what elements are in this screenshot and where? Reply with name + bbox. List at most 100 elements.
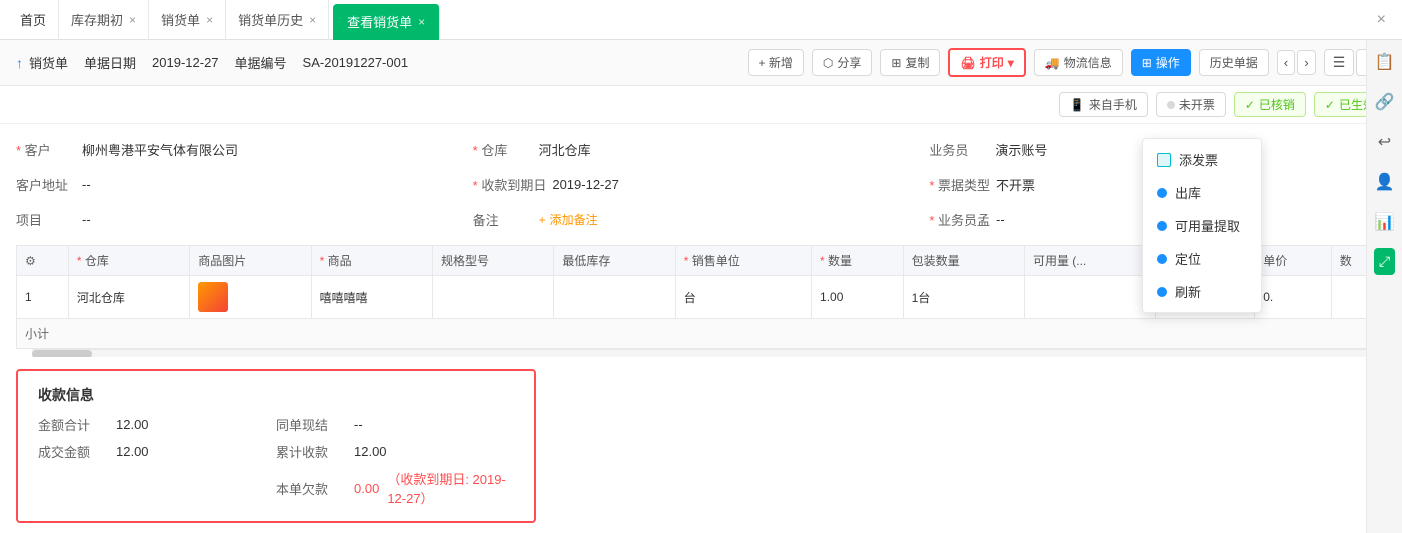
tab-home[interactable]: 首页 bbox=[8, 0, 59, 40]
right-sidebar: 📋 🔗 ↩ 👤 📊 ⤢ bbox=[1366, 40, 1402, 533]
arrears-label: 本单欠款 bbox=[276, 479, 346, 498]
total-label: 金额合计 bbox=[38, 415, 108, 434]
arrears-value: 0.00 bbox=[354, 481, 379, 496]
row-pkg-qty: 1台 bbox=[903, 276, 1024, 319]
available-extract-item[interactable]: 可用量提取 bbox=[1143, 209, 1261, 242]
row-min-stock bbox=[554, 276, 675, 319]
sidebar-expand-icon[interactable]: ⤢ bbox=[1374, 248, 1395, 275]
col-min-stock: 最低库存 bbox=[554, 246, 675, 276]
doc-title: ↑ 销货单 bbox=[16, 53, 68, 72]
scroll-bar[interactable] bbox=[32, 349, 1370, 357]
operation-button[interactable]: ⊞ 操作 bbox=[1131, 49, 1191, 76]
add-invoice-label: 添发票 bbox=[1179, 150, 1218, 169]
available-dot bbox=[1157, 221, 1167, 231]
check-icon: ✓ bbox=[1245, 98, 1255, 112]
gear-icon[interactable]: ⚙ bbox=[25, 254, 36, 268]
col-product: 商品 bbox=[311, 246, 432, 276]
staff-value: 演示账号 bbox=[995, 140, 1047, 159]
tab-view-sales[interactable]: 查看销货单 × bbox=[333, 4, 440, 40]
outbound-label: 出库 bbox=[1175, 183, 1201, 202]
logistics-icon: 🚚 bbox=[1045, 56, 1060, 70]
sidebar-icon-3[interactable]: ↩ bbox=[1374, 128, 1395, 156]
prev-button[interactable]: ‹ bbox=[1277, 50, 1295, 75]
row-no: 1 bbox=[17, 276, 69, 319]
copy-icon: ⊞ bbox=[891, 56, 901, 70]
verified-button[interactable]: ✓ 已核销 bbox=[1234, 92, 1306, 117]
list-view-button[interactable]: ☰ bbox=[1324, 49, 1355, 76]
cumulative-label: 累计收款 bbox=[276, 442, 346, 461]
payment-date-value: 2019-12-27 bbox=[552, 177, 619, 192]
address-value: -- bbox=[82, 177, 91, 192]
close-inventory-tab[interactable]: × bbox=[129, 13, 136, 27]
tab-sales-history[interactable]: 销货单历史 × bbox=[226, 0, 329, 40]
payment-grid: 金额合计 12.00 同单现结 -- 成交金额 12.00 累计收款 12.00… bbox=[38, 415, 514, 507]
warehouse-label: 仓库 bbox=[473, 140, 533, 159]
staff2-value: -- bbox=[996, 212, 1005, 227]
close-sales-tab[interactable]: × bbox=[206, 13, 213, 27]
scroll-thumb[interactable] bbox=[32, 350, 92, 357]
close-all-tabs[interactable]: × bbox=[1369, 11, 1394, 29]
row-qty: 1.00 bbox=[812, 276, 904, 319]
tab-bar: 首页 库存期初 × 销货单 × 销货单历史 × 查看销货单 × × bbox=[0, 0, 1402, 40]
share-button[interactable]: ⬡ 分享 bbox=[812, 49, 873, 76]
outbound-item[interactable]: 出库 bbox=[1143, 176, 1261, 209]
cumulative-row: 累计收款 12.00 bbox=[276, 442, 514, 461]
ticket-label: 票据类型 bbox=[929, 175, 990, 194]
payment-title: 收款信息 bbox=[38, 385, 514, 405]
customer-label: 客户 bbox=[16, 140, 76, 159]
locate-dot bbox=[1157, 254, 1167, 264]
col-pkg-qty: 包装数量 bbox=[903, 246, 1024, 276]
close-sales-history-tab[interactable]: × bbox=[309, 13, 316, 27]
logistics-button[interactable]: 🚚 物流信息 bbox=[1034, 49, 1123, 76]
close-view-sales-tab[interactable]: × bbox=[418, 15, 425, 29]
warehouse-row: 仓库 河北仓库 bbox=[473, 136, 930, 163]
outbound-dot bbox=[1157, 188, 1167, 198]
project-value: -- bbox=[82, 212, 91, 227]
payment-date-row: 收款到期日 2019-12-27 bbox=[473, 171, 930, 198]
row-available bbox=[1024, 276, 1155, 319]
address-label: 客户地址 bbox=[16, 175, 76, 194]
arrears-row: 本单欠款 0.00 （收款到期日: 2019-12-27） bbox=[276, 469, 514, 507]
row-price: 0. bbox=[1255, 276, 1332, 319]
row-spec bbox=[432, 276, 553, 319]
row-unit: 台 bbox=[675, 276, 811, 319]
main-area: ↑ 销货单 单据日期 2019-12-27 单据编号 SA-20191227-0… bbox=[0, 40, 1402, 533]
add-invoice-item[interactable]: 添发票 bbox=[1143, 143, 1261, 176]
cumulative-value: 12.00 bbox=[354, 444, 387, 459]
sidebar-icon-1[interactable]: 📋 bbox=[1371, 48, 1399, 76]
locate-item[interactable]: 定位 bbox=[1143, 242, 1261, 275]
next-button[interactable]: › bbox=[1297, 50, 1315, 75]
col-image: 商品图片 bbox=[190, 246, 311, 276]
sidebar-icon-2[interactable]: 🔗 bbox=[1371, 88, 1399, 116]
warehouse-value: 河北仓库 bbox=[539, 140, 591, 159]
ticket-value: 不开票 bbox=[996, 175, 1035, 194]
refresh-dot bbox=[1157, 287, 1167, 297]
sidebar-icon-5[interactable]: 📊 bbox=[1371, 208, 1399, 236]
col-qty: 数量 bbox=[812, 246, 904, 276]
available-extract-label: 可用量提取 bbox=[1175, 216, 1240, 235]
refresh-item[interactable]: 刷新 bbox=[1143, 275, 1261, 308]
project-label: 项目 bbox=[16, 210, 76, 229]
tab-sales[interactable]: 销货单 × bbox=[149, 0, 226, 40]
plus-icon: + bbox=[539, 213, 546, 227]
col-settings[interactable]: ⚙ bbox=[17, 246, 69, 276]
operation-dropdown: 添发票 出库 可用量提取 定位 刷新 bbox=[1142, 138, 1262, 313]
refresh-label: 刷新 bbox=[1175, 282, 1201, 301]
locate-label: 定位 bbox=[1175, 249, 1201, 268]
print-button[interactable]: 🖨 打印 ▾ bbox=[948, 48, 1025, 77]
same-order-value: -- bbox=[354, 417, 363, 432]
date-value: 2019-12-27 bbox=[152, 55, 219, 70]
from-phone-button[interactable]: 📱 来自手机 bbox=[1059, 92, 1148, 117]
row-warehouse: 河北仓库 bbox=[68, 276, 189, 319]
copy-button[interactable]: ⊞ 复制 bbox=[880, 49, 940, 76]
history-button[interactable]: 历史单据 bbox=[1199, 49, 1269, 76]
product-image bbox=[198, 282, 228, 312]
add-button[interactable]: + 新增 bbox=[748, 49, 804, 76]
add-remark-button[interactable]: + 添加备注 bbox=[539, 211, 598, 228]
uninvoiced-button[interactable]: 未开票 bbox=[1156, 92, 1226, 117]
row-product: 嘻嘻嘻嘻 bbox=[311, 276, 432, 319]
subtotal-row: 小计 bbox=[17, 319, 1386, 349]
nav-arrows: ‹ › bbox=[1277, 50, 1316, 75]
sidebar-icon-4[interactable]: 👤 bbox=[1371, 168, 1399, 196]
tab-inventory[interactable]: 库存期初 × bbox=[59, 0, 149, 40]
